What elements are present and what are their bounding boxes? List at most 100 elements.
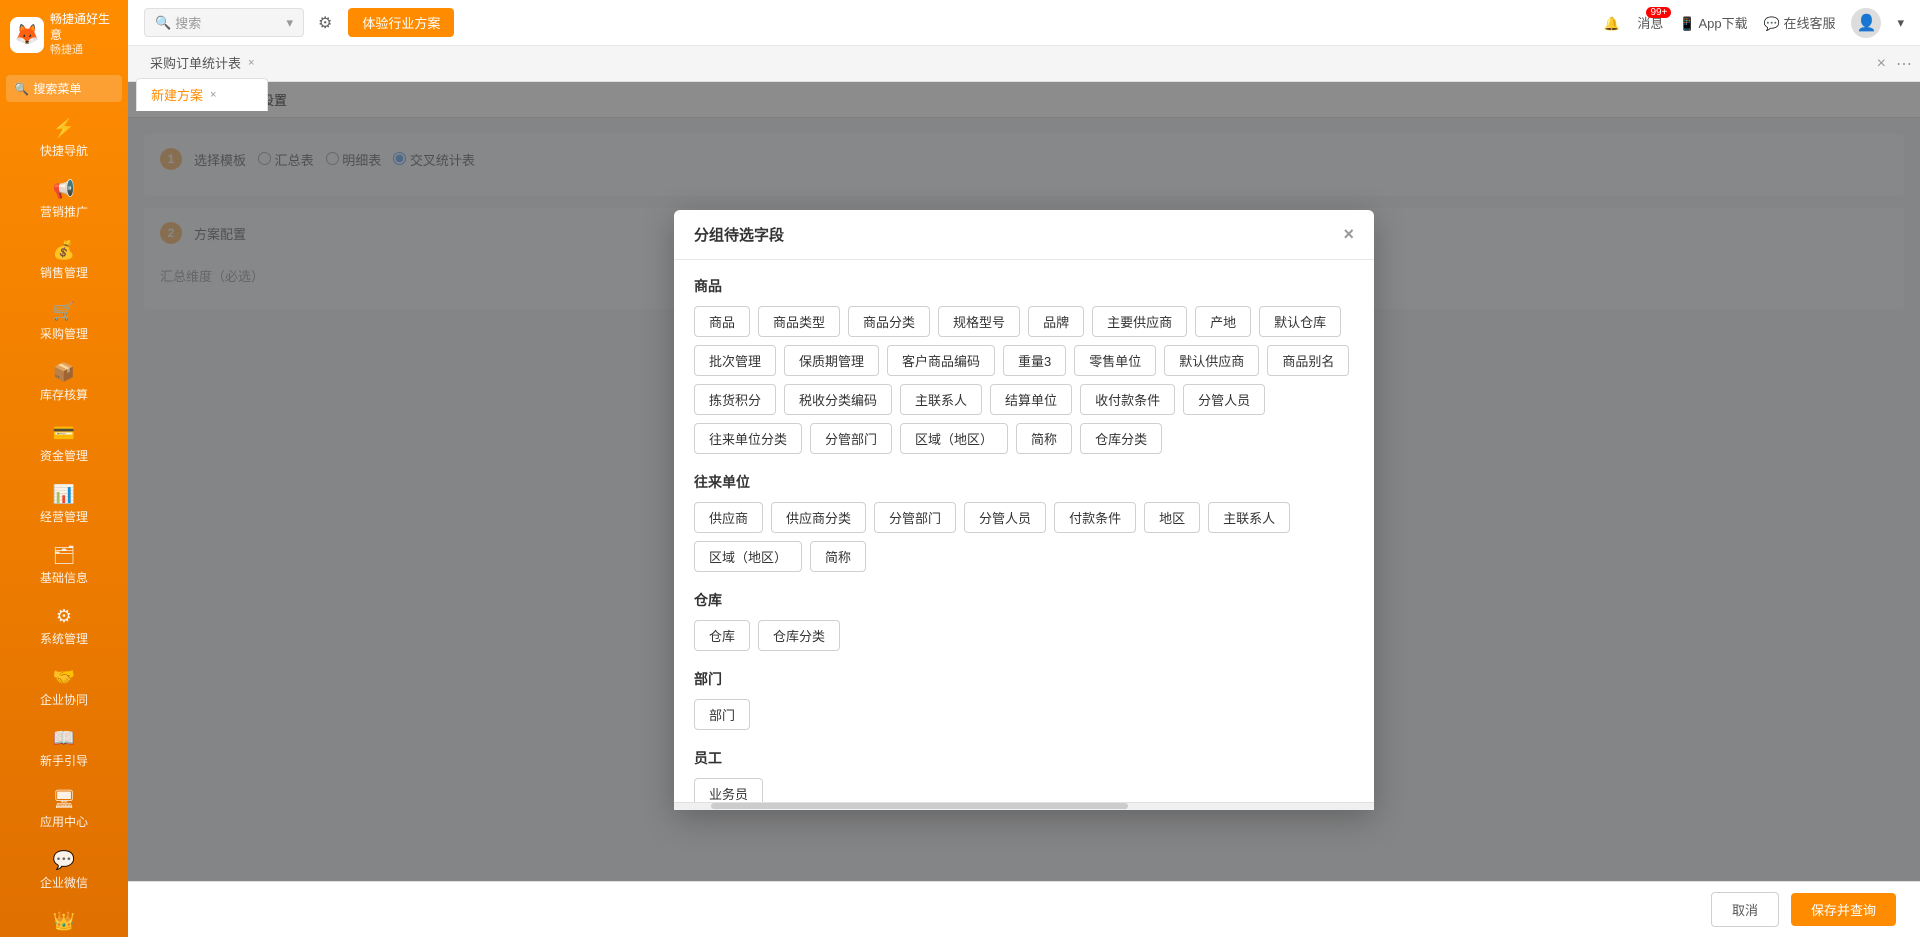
- section-title-department: 部门: [694, 669, 1354, 689]
- field-tag[interactable]: 产地: [1195, 306, 1251, 337]
- field-tag[interactable]: 仓库: [694, 620, 750, 651]
- sidebar-item-label: 库存核算: [40, 386, 88, 403]
- field-tag[interactable]: 简称: [810, 541, 866, 572]
- sidebar-item-guide[interactable]: 📖新手引导: [40, 718, 88, 779]
- sidebar-item-label: 系统管理: [40, 630, 88, 647]
- sidebar-item-purchase[interactable]: 🛒采购管理: [40, 291, 88, 352]
- sidebar-item-label: 经营管理: [40, 508, 88, 525]
- field-tags-warehouse: 仓库仓库分类: [694, 620, 1354, 651]
- sidebar: 🦊 畅捷通好生意 畅捷通 🔍 搜索菜单 ⚡快捷导航📢营销推广💰销售管理🛒采购管理…: [0, 0, 128, 937]
- field-tag[interactable]: 区域（地区）: [900, 423, 1008, 454]
- save-button[interactable]: 保存并查询: [1791, 893, 1896, 926]
- field-tag[interactable]: 仓库分类: [758, 620, 840, 651]
- purchase-icon: 🛒: [53, 301, 75, 322]
- sidebar-item-label: 营销推广: [40, 203, 88, 220]
- field-tag[interactable]: 商品别名: [1267, 345, 1349, 376]
- field-tag[interactable]: 分管人员: [964, 502, 1046, 533]
- field-tag[interactable]: 规格型号: [938, 306, 1020, 337]
- field-tags-department: 部门: [694, 699, 1354, 730]
- bottom-bar: 取消 保存并查询: [128, 881, 1920, 937]
- sidebar-item-cooperation[interactable]: 🤝企业协同: [40, 657, 88, 718]
- sidebar-item-appstore[interactable]: 🖥 应用中心: [40, 779, 88, 840]
- sidebar-item-finance[interactable]: 💳资金管理: [40, 413, 88, 474]
- field-tag[interactable]: 仓库分类: [1080, 423, 1162, 454]
- sidebar-item-label: 销售管理: [40, 264, 88, 281]
- field-tag[interactable]: 商品分类: [848, 306, 930, 337]
- tab-purchase-order[interactable]: 采购订单统计表×: [136, 47, 268, 78]
- field-tag[interactable]: 品牌: [1028, 306, 1084, 337]
- sidebar-item-label: 基础信息: [40, 569, 88, 586]
- modal-scrollbar: [674, 802, 1374, 810]
- field-tag[interactable]: 部门: [694, 699, 750, 730]
- field-tag[interactable]: 供应商分类: [771, 502, 866, 533]
- sidebar-item-wechat[interactable]: 💬企业微信: [40, 840, 88, 901]
- sidebar-item-basic[interactable]: 🗂基础信息: [40, 535, 88, 596]
- user-avatar[interactable]: 👤: [1851, 8, 1881, 38]
- sidebar-item-label: 新手引导: [40, 752, 88, 769]
- sidebar-item-sales[interactable]: 💰销售管理: [40, 230, 88, 291]
- field-tag[interactable]: 付款条件: [1054, 502, 1136, 533]
- operation-icon: 📊: [53, 484, 75, 505]
- field-tag[interactable]: 结算单位: [990, 384, 1072, 415]
- section-department: 部门部门: [694, 669, 1354, 730]
- experience-btn[interactable]: 体验行业方案: [348, 8, 454, 37]
- modal-close-btn[interactable]: ×: [1343, 224, 1354, 245]
- topbar-search-box[interactable]: 🔍 搜索 ▾: [144, 8, 304, 37]
- notification-badge[interactable]: 🔔 99+ 消息: [1604, 13, 1664, 32]
- field-tag[interactable]: 主联系人: [900, 384, 982, 415]
- wechat-icon: 💬: [53, 850, 75, 871]
- sidebar-item-label: 应用中心: [40, 813, 88, 830]
- field-tags-partner: 供应商供应商分类分管部门分管人员付款条件地区主联系人区域（地区） 简称: [694, 502, 1354, 572]
- section-title-product: 商品: [694, 276, 1354, 296]
- online-service[interactable]: 💬 在线客服: [1764, 13, 1836, 32]
- sidebar-item-inventory[interactable]: 📦库存核算: [40, 352, 88, 413]
- topbar-gear-icon[interactable]: ⚙: [318, 13, 332, 33]
- sidebar-item-label: 企业协同: [40, 691, 88, 708]
- app-download[interactable]: 📱 App下载: [1679, 13, 1747, 32]
- tabs-close-all[interactable]: ×: [1877, 55, 1886, 73]
- field-tag[interactable]: 商品类型: [758, 306, 840, 337]
- field-tag[interactable]: 往来单位分类: [694, 423, 802, 454]
- field-tag[interactable]: 简称: [1016, 423, 1072, 454]
- field-tag[interactable]: 分管人员: [1183, 384, 1265, 415]
- field-tag[interactable]: 主联系人: [1208, 502, 1290, 533]
- field-tag[interactable]: 商品: [694, 306, 750, 337]
- tab-close-icon[interactable]: ×: [248, 57, 254, 69]
- sidebar-item-member[interactable]: 👑畅会员: [40, 901, 88, 937]
- field-tag[interactable]: 分管部门: [810, 423, 892, 454]
- tab-close-icon[interactable]: ×: [210, 89, 216, 101]
- field-tag[interactable]: 供应商: [694, 502, 763, 533]
- field-tag[interactable]: 零售单位: [1074, 345, 1156, 376]
- main-content: 采购订单统计表方案设置 1 选择模板 汇总表 明细表 交叉统计表 2 方案配置 …: [128, 82, 1920, 937]
- field-tag[interactable]: 主要供应商: [1092, 306, 1187, 337]
- member-icon: 👑: [53, 911, 75, 932]
- tabs-expand[interactable]: ⋯: [1896, 54, 1912, 74]
- sidebar-item-label: 资金管理: [40, 447, 88, 464]
- section-staff: 员工业务员: [694, 748, 1354, 802]
- sidebar-search[interactable]: 🔍 搜索菜单: [6, 75, 121, 102]
- field-tag[interactable]: 客户商品编码: [887, 345, 995, 376]
- field-tag[interactable]: 重量3: [1003, 345, 1066, 376]
- field-tag[interactable]: 税收分类编码: [784, 384, 892, 415]
- field-tag[interactable]: 地区: [1144, 502, 1200, 533]
- sidebar-item-system[interactable]: ⚙ 系统管理: [40, 596, 88, 657]
- sidebar-item-operation[interactable]: 📊 经营管理: [40, 474, 88, 535]
- sidebar-item-quick-nav[interactable]: ⚡快捷导航: [40, 108, 88, 169]
- field-tag[interactable]: 默认仓库: [1259, 306, 1341, 337]
- field-tag[interactable]: 业务员: [694, 778, 763, 802]
- section-warehouse: 仓库仓库仓库分类: [694, 590, 1354, 651]
- field-tag[interactable]: 批次管理: [694, 345, 776, 376]
- appstore-icon: 🖥: [53, 789, 76, 810]
- field-tag[interactable]: 区域（地区）: [694, 541, 802, 572]
- field-tag[interactable]: 拣货积分: [694, 384, 776, 415]
- sidebar-item-marketing[interactable]: 📢营销推广: [40, 169, 88, 230]
- cancel-button[interactable]: 取消: [1711, 892, 1779, 927]
- tab-new-plan[interactable]: 新建方案×: [136, 78, 268, 111]
- field-tag[interactable]: 默认供应商: [1164, 345, 1259, 376]
- field-tag[interactable]: 保质期管理: [784, 345, 879, 376]
- field-tag[interactable]: 分管部门: [874, 502, 956, 533]
- quick-nav-icon: ⚡: [53, 118, 75, 139]
- field-tag[interactable]: 收付款条件: [1080, 384, 1175, 415]
- system-icon: ⚙: [56, 606, 72, 627]
- user-arrow[interactable]: ▾: [1897, 15, 1904, 31]
